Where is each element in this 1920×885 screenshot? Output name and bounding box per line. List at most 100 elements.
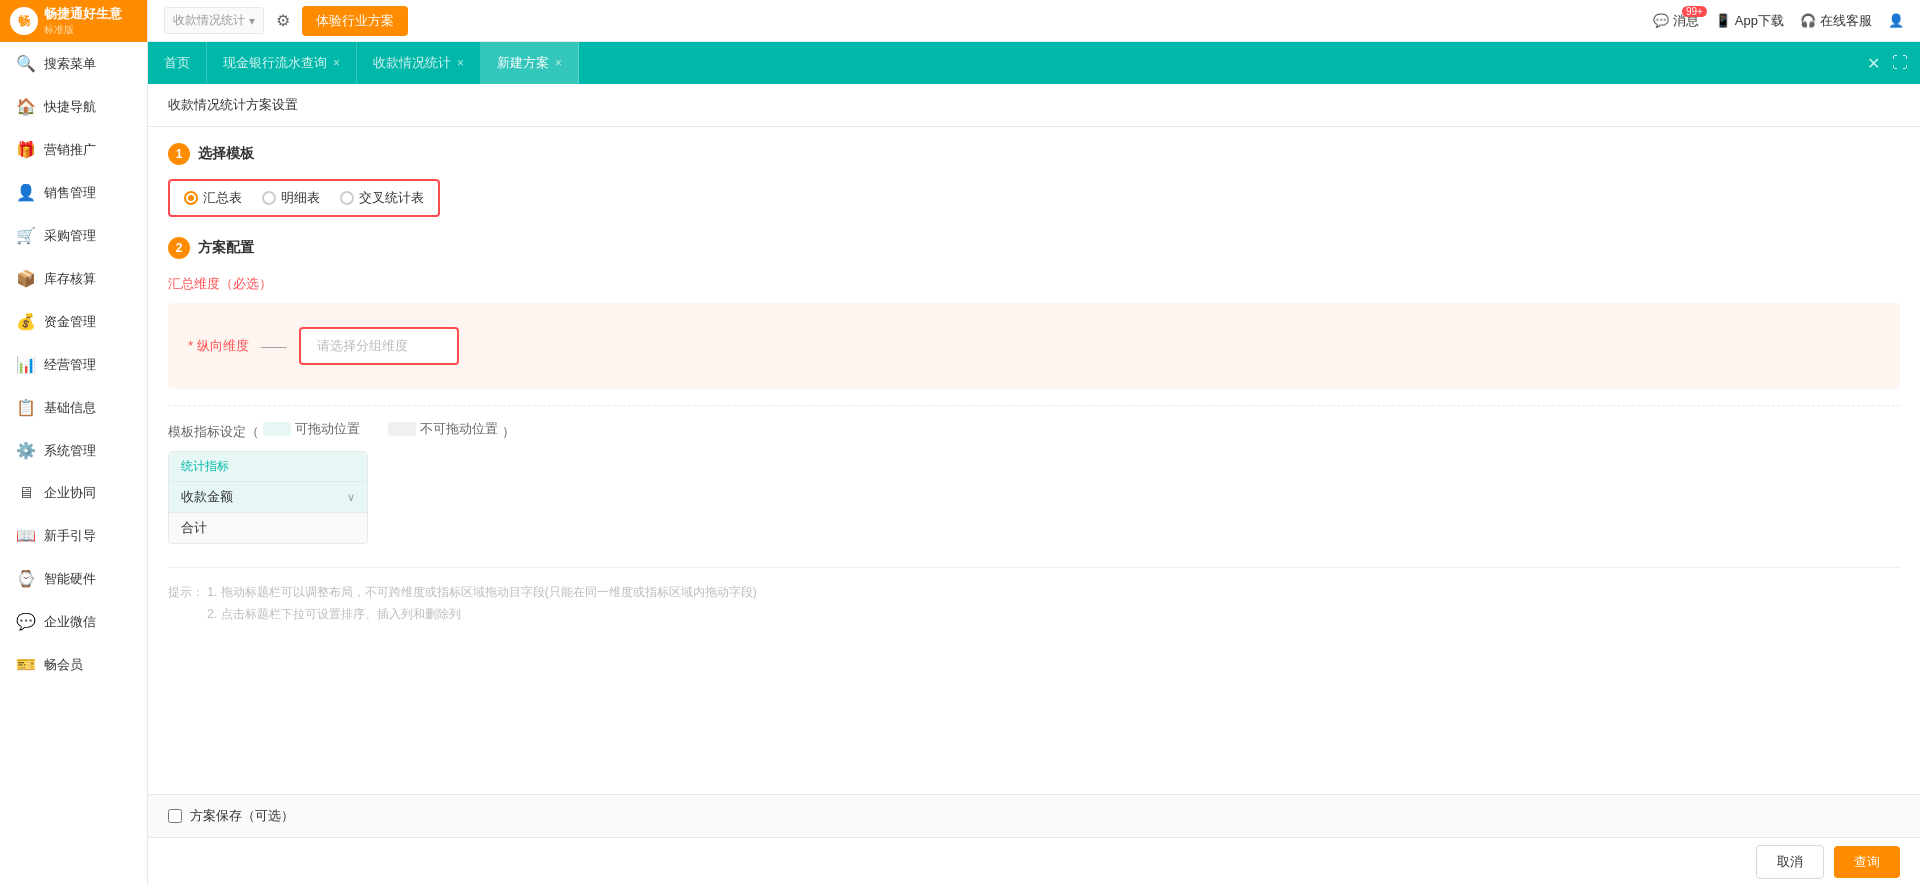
sidebar-item-operations[interactable]: 📊 经营管理 (0, 343, 147, 386)
breadcrumb[interactable]: 收款情况统计 ▾ (164, 7, 264, 34)
message-icon: 💬 (1653, 13, 1669, 28)
person-icon: 👤 (16, 183, 36, 202)
book-icon: 📖 (16, 526, 36, 545)
box-icon: 📦 (16, 269, 36, 288)
tab-new-plan-close[interactable]: × (555, 56, 562, 70)
option-summary[interactable]: 汇总表 (184, 189, 242, 207)
option-detail[interactable]: 明细表 (262, 189, 320, 207)
dimension-row: * 纵向维度 —— 请选择分组维度 (188, 327, 1880, 365)
tab-home[interactable]: 首页 (148, 42, 207, 84)
main-content: 收款情况统计 ▾ ⚙ 体验行业方案 💬 消息 99+ 📱 App下载 🎧 在线客… (148, 0, 1920, 885)
tips-section: 提示： 1. 拖动标题栏可以调整布局，不可跨维度或指标区域拖动目字段(只能在同一… (168, 567, 1900, 625)
step1-header: 1 选择模板 (168, 143, 1900, 165)
step1-section: 1 选择模板 汇总表 明细表 交叉统计表 (168, 143, 1900, 217)
form-area: 1 选择模板 汇总表 明细表 交叉统计表 (148, 127, 1920, 794)
app-download-label: App下载 (1735, 12, 1784, 30)
sidebar-item-purchase[interactable]: 🛒 采购管理 (0, 214, 147, 257)
service-icon: 🎧 (1800, 13, 1816, 28)
sidebar-item-sales[interactable]: 👤 销售管理 (0, 171, 147, 214)
chat-icon: 💬 (16, 612, 36, 631)
movable-label: 可拖动位置 (295, 420, 360, 438)
fixed-legend: 不可拖动位置 (388, 420, 498, 438)
sidebar-item-label: 企业协同 (44, 484, 96, 502)
message-badge: 99+ (1682, 6, 1707, 17)
sidebar-item-marketing[interactable]: 🎁 营销推广 (0, 128, 147, 171)
dim-selector[interactable]: 请选择分组维度 (299, 327, 459, 365)
online-service-button[interactable]: 🎧 在线客服 (1800, 12, 1872, 30)
tab-receipt-stats[interactable]: 收款情况统计 × (357, 42, 481, 84)
page-header: 收款情况统计方案设置 (148, 84, 1920, 127)
home-icon: 🏠 (16, 97, 36, 116)
tab-receipt-stats-close[interactable]: × (457, 56, 464, 70)
sidebar-item-label: 营销推广 (44, 141, 96, 159)
vertical-dim-label: * 纵向维度 (188, 337, 249, 355)
message-button[interactable]: 💬 消息 99+ (1653, 12, 1699, 30)
query-button[interactable]: 查询 (1834, 846, 1900, 878)
sidebar-item-basic-info[interactable]: 📋 基础信息 (0, 386, 147, 429)
sidebar-item-label: 企业微信 (44, 613, 96, 631)
ticket-icon: 🎫 (16, 655, 36, 674)
user-avatar[interactable]: 👤 (1888, 13, 1904, 28)
tab-new-plan-label: 新建方案 (497, 54, 549, 72)
sidebar-nav: 🔍 搜索菜单 🏠 快捷导航 🎁 营销推广 👤 销售管理 🛒 采购管理 📦 库存核… (0, 42, 147, 885)
tab-bank-flow-label: 现金银行流水查询 (223, 54, 327, 72)
watch-icon: ⌚ (16, 569, 36, 588)
tab-expand-icon[interactable]: ⛶ (1892, 54, 1908, 72)
sidebar-item-guide[interactable]: 📖 新手引导 (0, 514, 147, 557)
breadcrumb-text: 收款情况统计 (173, 12, 245, 29)
sidebar-item-member[interactable]: 🎫 畅会员 (0, 643, 147, 686)
online-service-label: 在线客服 (1820, 12, 1872, 30)
sidebar-item-search-menu[interactable]: 🔍 搜索菜单 (0, 42, 147, 85)
tab-bank-flow[interactable]: 现金银行流水查询 × (207, 42, 357, 84)
tab-bank-flow-close[interactable]: × (333, 56, 340, 70)
radio-cross[interactable] (340, 191, 354, 205)
page-content: 收款情况统计方案设置 1 选择模板 汇总表 明细表 (148, 84, 1920, 885)
dimension-label-text: 汇总维度（必选） (168, 276, 272, 291)
sidebar-item-enterprise-collab[interactable]: 🖥 企业协同 (0, 472, 147, 514)
dimension-area: * 纵向维度 —— 请选择分组维度 (168, 303, 1900, 389)
footer: 取消 查询 (148, 837, 1920, 885)
search-menu-icon: 🔍 (16, 54, 36, 73)
logo-edition: 标准版 (44, 23, 122, 37)
dimension-config: 汇总维度（必选） * 纵向维度 —— 请选择分组维度 (168, 275, 1900, 389)
sidebar-item-quick-nav[interactable]: 🏠 快捷导航 (0, 85, 147, 128)
logo-title: 畅捷通好生意 (44, 5, 122, 23)
save-section: 方案保存（可选） (148, 794, 1920, 837)
radio-summary-label: 汇总表 (203, 189, 242, 207)
tip2: 提示： 2. 点击标题栏下拉可设置排序、插入列和删除列 (168, 604, 1900, 626)
sidebar-item-finance[interactable]: 💰 资金管理 (0, 300, 147, 343)
movable-color (263, 422, 291, 436)
metrics-header: 模板指标设定（ 可拖动位置 不可拖动位置 ） (168, 420, 1900, 441)
sidebar-item-wechat[interactable]: 💬 企业微信 (0, 600, 147, 643)
cancel-button[interactable]: 取消 (1756, 845, 1824, 879)
trial-button[interactable]: 体验行业方案 (302, 6, 408, 36)
tab-close-all-icon[interactable]: ✕ (1867, 54, 1880, 73)
chevron-down-icon: ∨ (347, 491, 355, 504)
sidebar-item-label: 新手引导 (44, 527, 96, 545)
tab-new-plan[interactable]: 新建方案 × (481, 42, 579, 84)
tip2-text: 2. 点击标题栏下拉可设置排序、插入列和删除列 (207, 607, 460, 621)
metrics-cell-amount[interactable]: 收款金额 ∨ (169, 482, 367, 513)
dim-arrow: —— (261, 339, 287, 354)
money-icon: 💰 (16, 312, 36, 331)
sidebar-item-inventory[interactable]: 📦 库存核算 (0, 257, 147, 300)
radio-summary[interactable] (184, 191, 198, 205)
sidebar-item-smart-hardware[interactable]: ⌚ 智能硬件 (0, 557, 147, 600)
metrics-category-header: 统计指标 (169, 452, 367, 482)
sidebar-item-label: 智能硬件 (44, 570, 96, 588)
logo-icon: 畅 (10, 7, 38, 35)
tabbar: 首页 现金银行流水查询 × 收款情况统计 × 新建方案 × ✕ ⛶ (148, 42, 1920, 84)
save-checkbox[interactable] (168, 809, 182, 823)
sidebar-item-system[interactable]: ⚙️ 系统管理 (0, 429, 147, 472)
sidebar-item-label: 经营管理 (44, 356, 96, 374)
option-cross[interactable]: 交叉统计表 (340, 189, 424, 207)
app-download-button[interactable]: 📱 App下载 (1715, 12, 1784, 30)
settings-icon[interactable]: ⚙ (276, 11, 290, 30)
avatar-icon: 👤 (1888, 13, 1904, 28)
metrics-section: 模板指标设定（ 可拖动位置 不可拖动位置 ） (168, 405, 1900, 547)
metrics-category-label: 统计指标 (181, 459, 229, 473)
metrics-header-close: ） (502, 424, 515, 439)
tip1: 提示： 1. 拖动标题栏可以调整布局，不可跨维度或指标区域拖动目字段(只能在同一… (168, 582, 1900, 604)
sidebar-item-label: 销售管理 (44, 184, 96, 202)
radio-detail[interactable] (262, 191, 276, 205)
